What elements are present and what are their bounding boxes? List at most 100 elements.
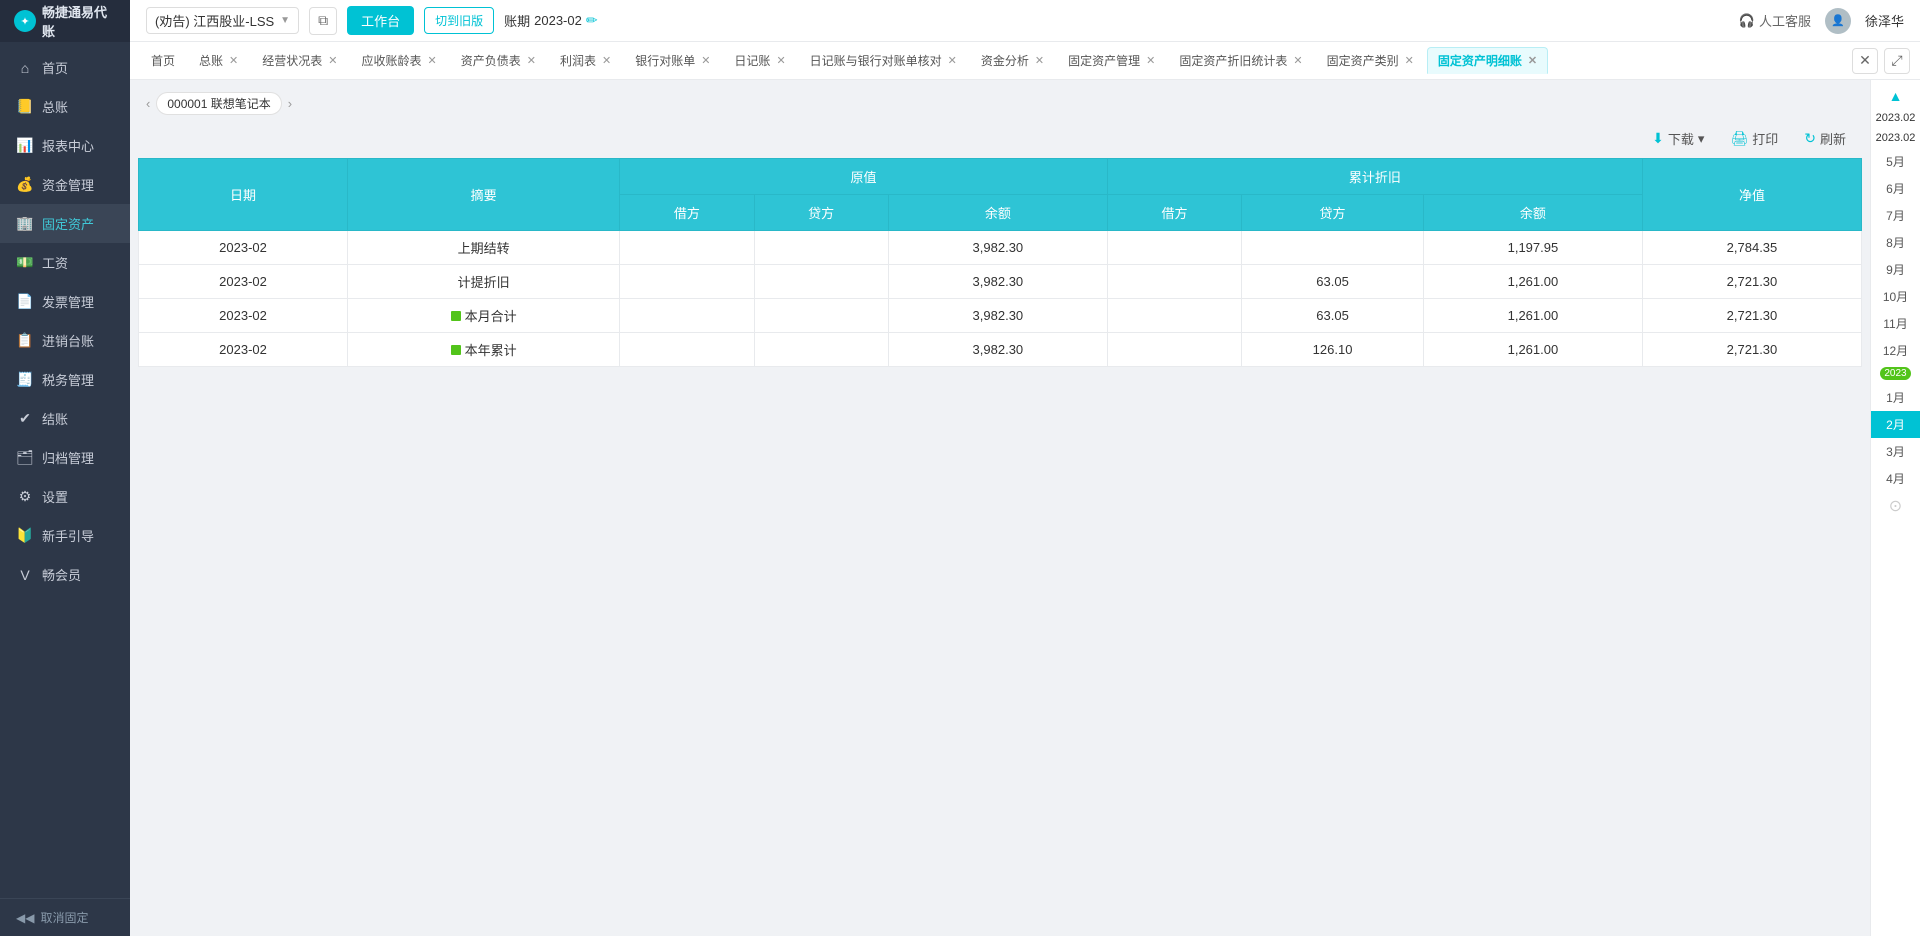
cell-desc: 计提折旧: [348, 265, 620, 299]
tab-bankstatement-close[interactable]: ✕: [701, 54, 710, 67]
tab-fundsanalysis-label: 资金分析: [981, 52, 1029, 69]
tab-fixeddetail-close[interactable]: ✕: [1528, 54, 1537, 67]
month-6[interactable]: 6月: [1871, 175, 1920, 202]
sidebar-item-guide[interactable]: 🔰 新手引导: [0, 516, 130, 555]
month-1[interactable]: 1月: [1871, 384, 1920, 411]
sidebar-item-label: 首页: [42, 58, 68, 77]
row-description: 本年累计: [451, 340, 517, 359]
sidebar-item-label: 总账: [42, 97, 68, 116]
tab-fixeddetail[interactable]: 固定资产明细账 ✕: [1427, 47, 1548, 74]
tab-receivable[interactable]: 应收账龄表 ✕: [350, 47, 447, 74]
sidebar-item-settings[interactable]: ⚙ 设置: [0, 477, 130, 516]
logo-text: 畅捷通易代账: [42, 2, 116, 40]
tab-fundsanalysis-close[interactable]: ✕: [1035, 54, 1044, 67]
sidebar-item-tax[interactable]: 🧾 税务管理: [0, 360, 130, 399]
sidebar-item-home[interactable]: ⌂ 首页: [0, 48, 130, 87]
sidebar-item-sales[interactable]: 📋 进销台账: [0, 321, 130, 360]
month-4[interactable]: 4月: [1871, 465, 1920, 492]
human-service-button[interactable]: 🎧 人工客服: [1739, 11, 1811, 30]
copy-button[interactable]: ⧉: [309, 7, 337, 35]
month-2-active[interactable]: 2月: [1871, 411, 1920, 438]
tab-profit-close[interactable]: ✕: [602, 54, 611, 67]
sidebar-item-ledger[interactable]: 📒 总账: [0, 87, 130, 126]
tab-depreciation[interactable]: 固定资产折旧统计表 ✕: [1168, 47, 1313, 74]
month-10[interactable]: 10月: [1871, 283, 1920, 310]
tab-journal-close[interactable]: ✕: [776, 54, 785, 67]
sidebar-item-label: 报表中心: [42, 136, 94, 155]
cell-date: 2023-02: [139, 231, 348, 265]
tab-depreciation-close[interactable]: ✕: [1293, 54, 1302, 67]
sidebar-item-payroll[interactable]: 💵 工资: [0, 243, 130, 282]
month-9[interactable]: 9月: [1871, 256, 1920, 283]
table-area: ‹ 000001 联想笔记本 › ⬇ 下载 ▾ 🖨 打印: [130, 80, 1870, 936]
tab-balancesheet-label: 资产负债表: [461, 52, 521, 69]
tab-home[interactable]: 首页: [140, 47, 186, 74]
cell-desc: 上期结转: [348, 231, 620, 265]
company-selector[interactable]: (劝告) 江西股业-LSS ▼: [146, 7, 299, 34]
tab-fixedtype-close[interactable]: ✕: [1405, 54, 1414, 67]
tab-receivable-close[interactable]: ✕: [428, 54, 437, 67]
sidebar-item-member[interactable]: V 畅会员: [0, 555, 130, 594]
period-edit-icon[interactable]: ✏: [586, 12, 598, 29]
cell-net-value: 2,784.35: [1642, 231, 1861, 265]
cell-orig-debit: [620, 231, 754, 265]
tab-bizstatus[interactable]: 经营状况表 ✕: [251, 47, 348, 74]
cell-dep-credit: 63.05: [1242, 265, 1424, 299]
sidebar-item-archive[interactable]: 🗂 归档管理: [0, 438, 130, 477]
panel-up-arrow[interactable]: ▲: [1871, 84, 1920, 108]
asset-name: 联想笔记本: [211, 97, 271, 111]
asset-next-arrow[interactable]: ›: [288, 96, 292, 111]
print-button[interactable]: 🖨 打印: [1722, 125, 1786, 152]
refresh-button[interactable]: ↻ 刷新: [1796, 125, 1854, 152]
month-8[interactable]: 8月: [1871, 229, 1920, 256]
cell-orig-balance: 3,982.30: [888, 299, 1107, 333]
col-orig-debit-header: 借方: [620, 195, 754, 231]
sidebar-item-fixed-assets[interactable]: 🏢 固定资产: [0, 204, 130, 243]
tab-ledger-close[interactable]: ✕: [229, 54, 238, 67]
tab-balancesheet-close[interactable]: ✕: [527, 54, 536, 67]
download-button[interactable]: ⬇ 下载 ▾: [1644, 125, 1712, 152]
close-all-tabs-button[interactable]: ✕: [1852, 48, 1878, 74]
sidebar-item-funds[interactable]: 💰 资金管理: [0, 165, 130, 204]
asset-tag[interactable]: 000001 联想笔记本: [156, 92, 281, 115]
month-12[interactable]: 12月: [1871, 337, 1920, 364]
tab-profit[interactable]: 利润表 ✕: [549, 47, 622, 74]
tab-bankreconcile[interactable]: 日记账与银行对账单核对 ✕: [799, 47, 968, 74]
tab-ledger[interactable]: 总账 ✕: [188, 47, 249, 74]
tab-journal[interactable]: 日记账 ✕: [723, 47, 796, 74]
tab-bankreconcile-close[interactable]: ✕: [948, 54, 957, 67]
tab-fixedmgmt-close[interactable]: ✕: [1146, 54, 1155, 67]
switch-old-button[interactable]: 切到旧版: [424, 7, 494, 34]
unpin-label: 取消固定: [40, 909, 88, 926]
asset-prev-arrow[interactable]: ‹: [146, 96, 150, 111]
sidebar-item-reports[interactable]: 📊 报表中心: [0, 126, 130, 165]
maximize-button[interactable]: ⤢: [1884, 48, 1910, 74]
sidebar-unpin[interactable]: ◀◀ 取消固定: [0, 898, 130, 936]
table-row: 2023-02 计提折旧 3,982.30 63.05 1,261.00 2,7…: [139, 265, 1862, 299]
funds-icon: 💰: [16, 176, 34, 194]
download-dropdown-icon: ▾: [1698, 131, 1705, 147]
sidebar-item-label: 发票管理: [42, 292, 94, 311]
month-11[interactable]: 11月: [1871, 310, 1920, 337]
company-dropdown-icon: ▼: [280, 15, 290, 26]
table-row: 2023-02 本月合计 3,982.30 63.05 1,261.00 2,7…: [139, 299, 1862, 333]
avatar-icon: 👤: [1831, 14, 1845, 27]
reports-icon: 📊: [16, 137, 34, 155]
sidebar-item-settlement[interactable]: ✔ 结账: [0, 399, 130, 438]
tab-fixedmgmt[interactable]: 固定资产管理 ✕: [1057, 47, 1166, 74]
payroll-icon: 💵: [16, 254, 34, 272]
sidebar-item-invoices[interactable]: 📄 发票管理: [0, 282, 130, 321]
username-label[interactable]: 徐泽华: [1865, 11, 1904, 30]
tab-fixedtype[interactable]: 固定资产类别 ✕: [1316, 47, 1425, 74]
sidebar-item-label: 工资: [42, 253, 68, 272]
tab-balancesheet[interactable]: 资产负债表 ✕: [450, 47, 547, 74]
workbench-button[interactable]: 工作台: [347, 6, 414, 35]
tab-fundsanalysis[interactable]: 资金分析 ✕: [970, 47, 1055, 74]
tab-bankstatement[interactable]: 银行对账单 ✕: [624, 47, 721, 74]
month-3[interactable]: 3月: [1871, 438, 1920, 465]
panel-scroll-indicator: ⊙: [1889, 492, 1902, 520]
month-5[interactable]: 5月: [1871, 148, 1920, 175]
month-7[interactable]: 7月: [1871, 202, 1920, 229]
col-dep-balance-header: 余额: [1423, 195, 1642, 231]
tab-bizstatus-close[interactable]: ✕: [328, 54, 337, 67]
